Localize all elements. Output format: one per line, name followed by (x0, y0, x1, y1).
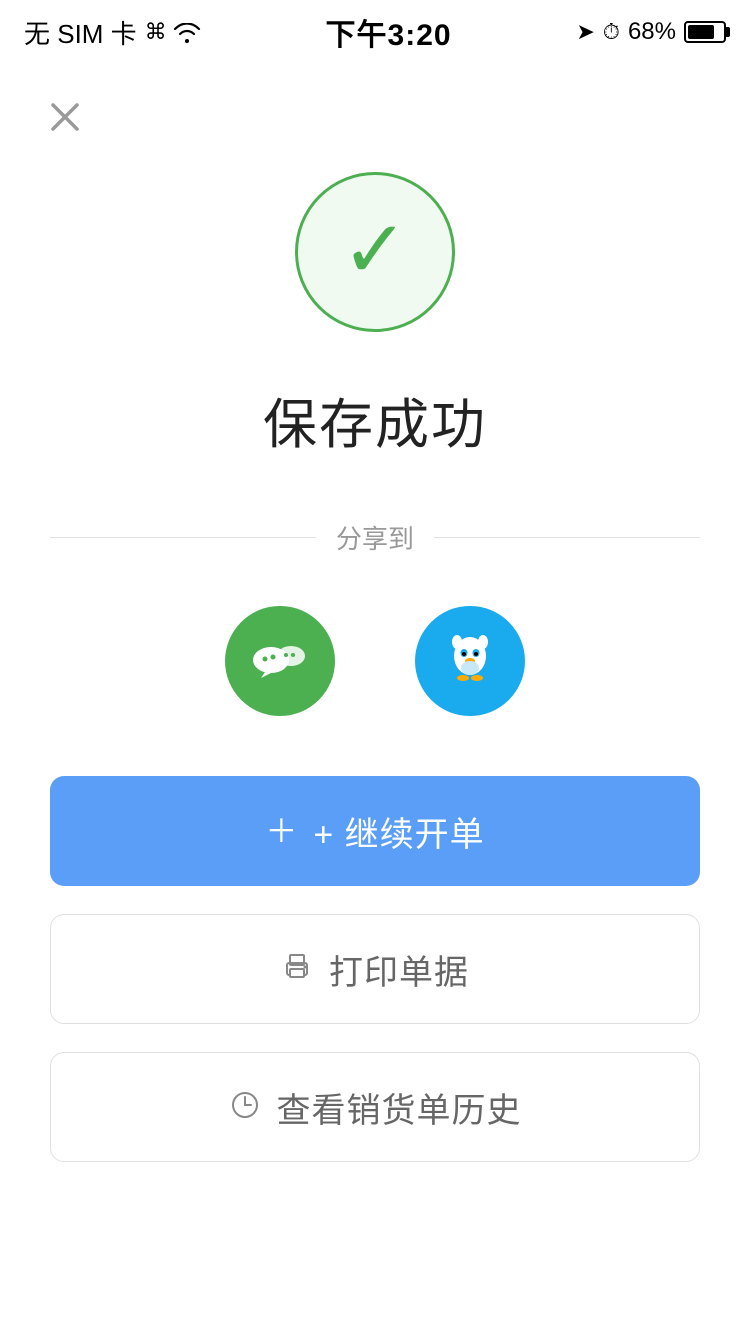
close-icon (49, 101, 81, 133)
print-button-label: 打印单据 (329, 945, 469, 994)
wechat-share-button[interactable] (225, 606, 335, 716)
location-icon: ➤ (576, 19, 594, 45)
history-icon (229, 1089, 261, 1126)
status-time: 下午3:20 (326, 10, 452, 54)
actions: ＋ + 继续开单 打印单据 查看销货单历史 (50, 776, 700, 1162)
qq-share-button[interactable] (415, 606, 525, 716)
print-icon (281, 951, 313, 988)
success-title: 保存成功 (263, 380, 487, 459)
success-circle: ✓ (295, 172, 455, 332)
history-button-label: 查看销货单历史 (277, 1083, 522, 1132)
sim-label: 无 SIM 卡 (24, 14, 137, 51)
history-button[interactable]: 查看销货单历史 (50, 1052, 700, 1162)
wechat-icon (245, 626, 315, 696)
continue-button-label: + 继续开单 (313, 807, 484, 856)
qq-icon (435, 626, 505, 696)
status-bar: 无 SIM 卡 ⌘ 下午3:20 ➤ ⏱ 68% (0, 0, 750, 64)
share-section: 分享到 (50, 519, 700, 716)
checkmark-icon: ✓ (341, 210, 408, 290)
close-button[interactable] (40, 92, 90, 142)
status-right: ➤ ⏱ 68% (576, 18, 726, 46)
alarm-icon: ⏱ (603, 19, 620, 45)
print-button[interactable]: 打印单据 (50, 914, 700, 1024)
plus-icon: ＋ (265, 815, 297, 847)
main-content: ✓ 保存成功 分享到 (0, 142, 750, 1334)
battery-icon (684, 21, 726, 43)
wifi-icon: ⌘ (145, 19, 201, 45)
share-divider: 分享到 (50, 519, 700, 556)
status-left: 无 SIM 卡 ⌘ (24, 14, 201, 51)
continue-button[interactable]: ＋ + 继续开单 (50, 776, 700, 886)
share-icons (50, 606, 700, 716)
battery-percent: 68% (628, 18, 676, 46)
close-area (0, 64, 750, 142)
share-label: 分享到 (336, 519, 414, 556)
